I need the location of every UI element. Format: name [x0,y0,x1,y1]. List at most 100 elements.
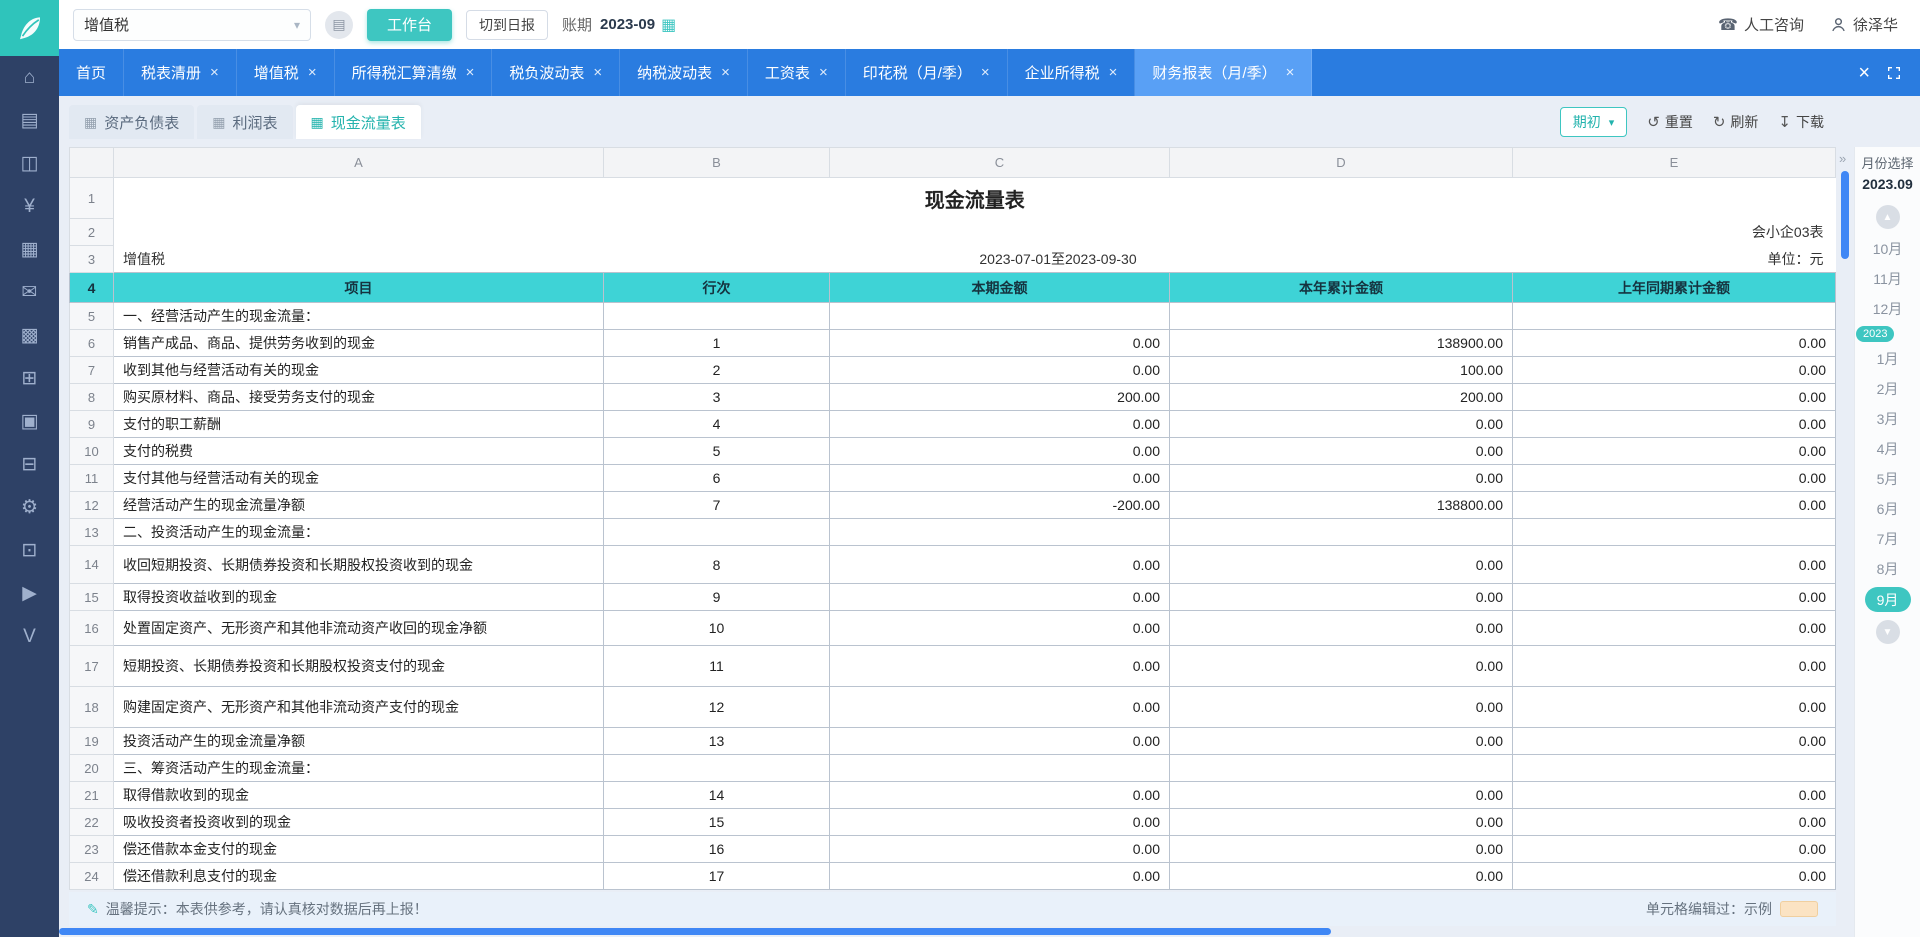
item-cell[interactable]: 偿还借款本金支付的现金 [113,835,604,863]
current-amount-cell[interactable]: 0.00 [829,410,1170,438]
current-amount-cell[interactable]: 0.00 [829,356,1170,384]
row-number[interactable]: 21 [69,781,114,809]
prior-amount-cell[interactable] [1512,302,1836,330]
item-cell[interactable]: 三、筹资活动产生的现金流量： [113,754,604,782]
prior-amount-cell[interactable] [1512,518,1836,546]
prior-amount-cell[interactable]: 0.00 [1512,835,1836,863]
line-cell[interactable]: 1 [603,329,830,357]
assets-icon[interactable]: ⊞ [0,357,59,400]
ytd-amount-cell[interactable] [1169,518,1513,546]
current-amount-cell[interactable]: 0.00 [829,545,1170,584]
header-line[interactable]: 行次 [603,272,830,303]
tutorial-icon[interactable]: ▶ [0,572,59,615]
support-link[interactable]: ☎ 人工咨询 [1718,14,1804,35]
prior-amount-cell[interactable]: 0.00 [1512,437,1836,465]
item-cell[interactable]: 购买原材料、商品、接受劳务支付的现金 [113,383,604,411]
ytd-amount-cell[interactable] [1169,302,1513,330]
month-item[interactable]: 5月 [1855,464,1920,494]
ytd-amount-cell[interactable]: 0.00 [1169,410,1513,438]
item-cell[interactable]: 处置固定资产、无形资产和其他非流动资产收回的现金净额 [113,610,604,646]
line-cell[interactable]: 5 [603,437,830,465]
item-cell[interactable]: 偿还借款利息支付的现金 [113,862,604,890]
column-letter-b[interactable]: B [603,147,830,178]
item-cell[interactable]: 短期投资、长期债券投资和长期股权投资支付的现金 [113,645,604,687]
header-item[interactable]: 项目 [113,272,604,303]
tab-close-icon[interactable]: × [1109,65,1118,80]
month-item[interactable]: 8月 [1855,554,1920,584]
month-item[interactable]: 6月 [1855,494,1920,524]
line-cell[interactable]: 8 [603,545,830,584]
row-number[interactable]: 22 [69,808,114,836]
vertical-scrollbar-thumb[interactable] [1841,171,1849,259]
row-number[interactable]: 8 [69,383,114,411]
ytd-amount-cell[interactable]: 0.00 [1169,545,1513,584]
item-cell[interactable]: 一、经营活动产生的现金流量： [113,302,604,330]
prior-amount-cell[interactable]: 0.00 [1512,727,1836,755]
prior-amount-cell[interactable]: 0.00 [1512,862,1836,890]
report-title[interactable]: 现金流量表 [113,177,1836,219]
item-cell[interactable]: 支付的税费 [113,437,604,465]
row-number[interactable]: 3 [69,245,114,273]
tax-icon[interactable]: ⊟ [0,443,59,486]
row-number[interactable]: 4 [69,272,114,303]
tab-item-8[interactable]: 企业所得税 × [1008,49,1136,96]
row-number[interactable]: 20 [69,754,114,782]
month-item[interactable]: 4月 [1855,434,1920,464]
current-amount-cell[interactable] [829,518,1170,546]
month-item[interactable]: 11月 [1855,264,1920,294]
line-cell[interactable]: 14 [603,781,830,809]
line-cell[interactable] [603,302,830,330]
ytd-amount-cell[interactable]: 200.00 [1169,383,1513,411]
prior-amount-cell[interactable]: 0.00 [1512,545,1836,584]
row-number[interactable]: 10 [69,437,114,465]
current-amount-cell[interactable]: 0.00 [829,610,1170,646]
tab-close-icon[interactable]: × [1286,65,1295,80]
prior-amount-cell[interactable]: 0.00 [1512,781,1836,809]
column-letter-e[interactable]: E [1512,147,1836,178]
line-cell[interactable]: 9 [603,583,830,611]
period-value[interactable]: 2023-09 [600,16,655,33]
current-amount-cell[interactable]: 0.00 [829,808,1170,836]
prior-amount-cell[interactable]: 0.00 [1512,410,1836,438]
invoice-icon[interactable]: ✉ [0,271,59,314]
horizontal-scrollbar-thumb[interactable] [59,928,1331,935]
ledger-icon[interactable]: ▦ [0,228,59,271]
prior-amount-cell[interactable] [1512,754,1836,782]
item-cell[interactable]: 支付的职工薪酬 [113,410,604,438]
subtab-income-statement[interactable]: ▦ 利润表 [197,105,293,139]
current-amount-cell[interactable]: 0.00 [829,862,1170,890]
ytd-amount-cell[interactable]: 0.00 [1169,645,1513,687]
row-number[interactable]: 17 [69,645,114,687]
prior-amount-cell[interactable]: 0.00 [1512,356,1836,384]
tab-item-0[interactable]: 首页 [59,49,125,96]
tab-close-icon[interactable]: × [981,65,990,80]
ytd-amount-cell[interactable]: 0.00 [1169,727,1513,755]
prior-amount-cell[interactable]: 0.00 [1512,464,1836,492]
tab-item-6[interactable]: 工资表 × [748,49,846,96]
line-cell[interactable]: 12 [603,686,830,728]
prior-amount-cell[interactable]: 0.00 [1512,491,1836,519]
row-number[interactable]: 6 [69,329,114,357]
current-amount-cell[interactable]: 0.00 [829,583,1170,611]
item-cell[interactable]: 二、投资活动产生的现金流量： [113,518,604,546]
workbench-button[interactable]: 工作台 [367,8,453,41]
report-badge-icon[interactable]: ▤ [325,10,353,39]
ytd-amount-cell[interactable]: 138900.00 [1169,329,1513,357]
ytd-amount-cell[interactable]: 0.00 [1169,835,1513,863]
row-number[interactable]: 16 [69,610,114,646]
prior-amount-cell[interactable]: 0.00 [1512,686,1836,728]
current-amount-cell[interactable]: 0.00 [829,686,1170,728]
item-cell[interactable]: 吸收投资者投资收到的现金 [113,808,604,836]
row-number[interactable]: 7 [69,356,114,384]
item-cell[interactable]: 支付其他与经营活动有关的现金 [113,464,604,492]
row-number[interactable]: 9 [69,410,114,438]
ytd-amount-cell[interactable]: 100.00 [1169,356,1513,384]
ytd-amount-cell[interactable]: 0.00 [1169,464,1513,492]
current-amount-cell[interactable] [829,302,1170,330]
row-number[interactable]: 19 [69,727,114,755]
ytd-amount-cell[interactable]: 0.00 [1169,686,1513,728]
refresh-button[interactable]: ↻ 刷新 [1713,112,1759,132]
row-number[interactable]: 24 [69,862,114,890]
tab-close-icon[interactable]: × [466,65,475,80]
item-cell[interactable]: 经营活动产生的现金流量净额 [113,491,604,519]
